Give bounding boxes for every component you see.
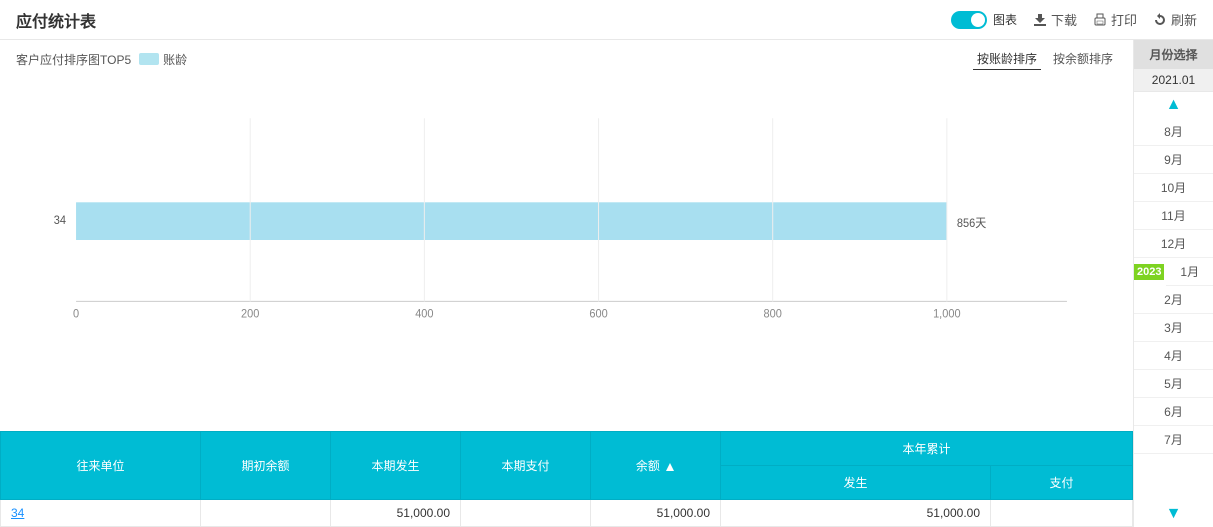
td-current-paid	[461, 500, 591, 527]
month-7[interactable]: 7月	[1134, 426, 1213, 454]
month-list: 8月 9月 10月 11月 12月 2023 1月 2月 3月 4月 5月 6月…	[1134, 118, 1213, 501]
svg-text:200: 200	[241, 308, 259, 320]
td-ytd-occurred: 51,000.00	[721, 500, 991, 527]
month-1[interactable]: 1月	[1166, 258, 1213, 286]
month-12[interactable]: 12月	[1134, 230, 1213, 258]
main-area: 客户应付排序图TOP5 账龄 按账龄排序 按余额排序	[0, 40, 1213, 527]
th-current-paid: 本期支付	[461, 432, 591, 500]
refresh-label: 刷新	[1171, 10, 1197, 29]
month-3[interactable]: 3月	[1134, 314, 1213, 342]
download-icon	[1033, 13, 1047, 27]
legend-item-aging: 账龄	[139, 51, 187, 68]
svg-text:800: 800	[764, 308, 782, 320]
table-section: 往来单位 期初余额 本期发生 本期支付 余额 本年累计 发生	[0, 431, 1133, 527]
th-ytd-paid: 支付	[991, 466, 1133, 500]
sort-buttons: 按账龄排序 按余额排序	[973, 48, 1117, 70]
chart-toggle[interactable]	[951, 11, 987, 29]
th-ytd-group: 本年累计	[721, 432, 1133, 466]
svg-text:1,000: 1,000	[933, 308, 961, 320]
bar-value-label: 856天	[957, 218, 987, 230]
print-icon	[1093, 13, 1107, 27]
td-balance: 51,000.00	[591, 500, 721, 527]
th-ytd-occurred: 发生	[721, 466, 991, 500]
sidebar-nav: ▲ 8月 9月 10月 11月 12月 2023 1月 2月 3月 4月 5月 …	[1134, 92, 1213, 527]
svg-text:0: 0	[73, 308, 79, 320]
legend-aging-label: 账龄	[163, 51, 187, 68]
content-wrapper: 客户应付排序图TOP5 账龄 按账龄排序 按余额排序	[0, 40, 1133, 527]
month-11[interactable]: 11月	[1134, 202, 1213, 230]
month-9[interactable]: 9月	[1134, 146, 1213, 174]
legend-item-top5: 客户应付排序图TOP5	[16, 51, 131, 68]
chart-area: 34 856天 0 200 400 600 800 1,000	[0, 78, 1133, 431]
refresh-icon	[1153, 13, 1167, 27]
refresh-button[interactable]: 刷新	[1153, 10, 1197, 29]
nav-up-arrow[interactable]: ▲	[1134, 92, 1213, 118]
sort-by-balance-button[interactable]: 按账龄排序	[973, 48, 1041, 70]
svg-text:400: 400	[415, 308, 433, 320]
print-label: 打印	[1111, 10, 1137, 29]
th-opening-balance: 期初余额	[201, 432, 331, 500]
th-balance: 余额	[591, 432, 721, 500]
th-current-occurred: 本期发生	[331, 432, 461, 500]
chart-section: 客户应付排序图TOP5 账龄 按账龄排序 按余额排序	[0, 40, 1133, 431]
bar-rect	[76, 202, 947, 240]
sort-by-amount-button[interactable]: 按余额排序	[1049, 48, 1117, 70]
td-current-occurred: 51,000.00	[331, 500, 461, 527]
bar-chart-svg: 34 856天 0 200 400 600 800 1,000	[16, 86, 1117, 366]
td-vendor[interactable]: 34	[1, 500, 201, 527]
month-6[interactable]: 6月	[1134, 398, 1213, 426]
chart-header: 客户应付排序图TOP5 账龄 按账龄排序 按余额排序	[0, 40, 1133, 78]
chart-legend: 客户应付排序图TOP5 账龄	[16, 51, 187, 68]
month-5[interactable]: 5月	[1134, 370, 1213, 398]
page-header: 应付统计表 图表 下载 打印 刷新	[0, 0, 1213, 40]
y-axis-label: 34	[54, 215, 67, 227]
month-2[interactable]: 2月	[1134, 286, 1213, 314]
sidebar-header: 月份选择	[1134, 40, 1213, 69]
download-button[interactable]: 下载	[1033, 10, 1077, 29]
balance-sort-icon	[665, 462, 675, 472]
print-button[interactable]: 打印	[1093, 10, 1137, 29]
page-title: 应付统计表	[16, 8, 96, 32]
th-vendor: 往来单位	[1, 432, 201, 500]
chart-toggle-wrapper: 图表	[951, 11, 1017, 29]
chart-toggle-label: 图表	[993, 11, 1017, 28]
td-ytd-paid	[991, 500, 1133, 527]
legend-color-aging	[139, 53, 159, 65]
year-marker-badge: 2023	[1134, 264, 1164, 280]
month-8[interactable]: 8月	[1134, 118, 1213, 146]
data-table: 往来单位 期初余额 本期发生 本期支付 余额 本年累计 发生	[0, 431, 1133, 527]
month-10[interactable]: 10月	[1134, 174, 1213, 202]
header-actions: 图表 下载 打印 刷新	[951, 10, 1197, 29]
current-year-display: 2021.01	[1134, 69, 1213, 92]
year-marker-row: 2023 1月	[1134, 258, 1213, 286]
td-opening-balance	[201, 500, 331, 527]
month-4[interactable]: 4月	[1134, 342, 1213, 370]
table-row: 34 51,000.00 51,000.00 51,000.00	[1, 500, 1133, 527]
download-label: 下载	[1051, 10, 1077, 29]
legend-title-label: 客户应付排序图TOP5	[16, 51, 131, 68]
nav-down-arrow[interactable]: ▼	[1134, 501, 1213, 527]
svg-text:600: 600	[589, 308, 607, 320]
sidebar: 月份选择 2021.01 ▲ 8月 9月 10月 11月 12月 2023 1月…	[1133, 40, 1213, 527]
